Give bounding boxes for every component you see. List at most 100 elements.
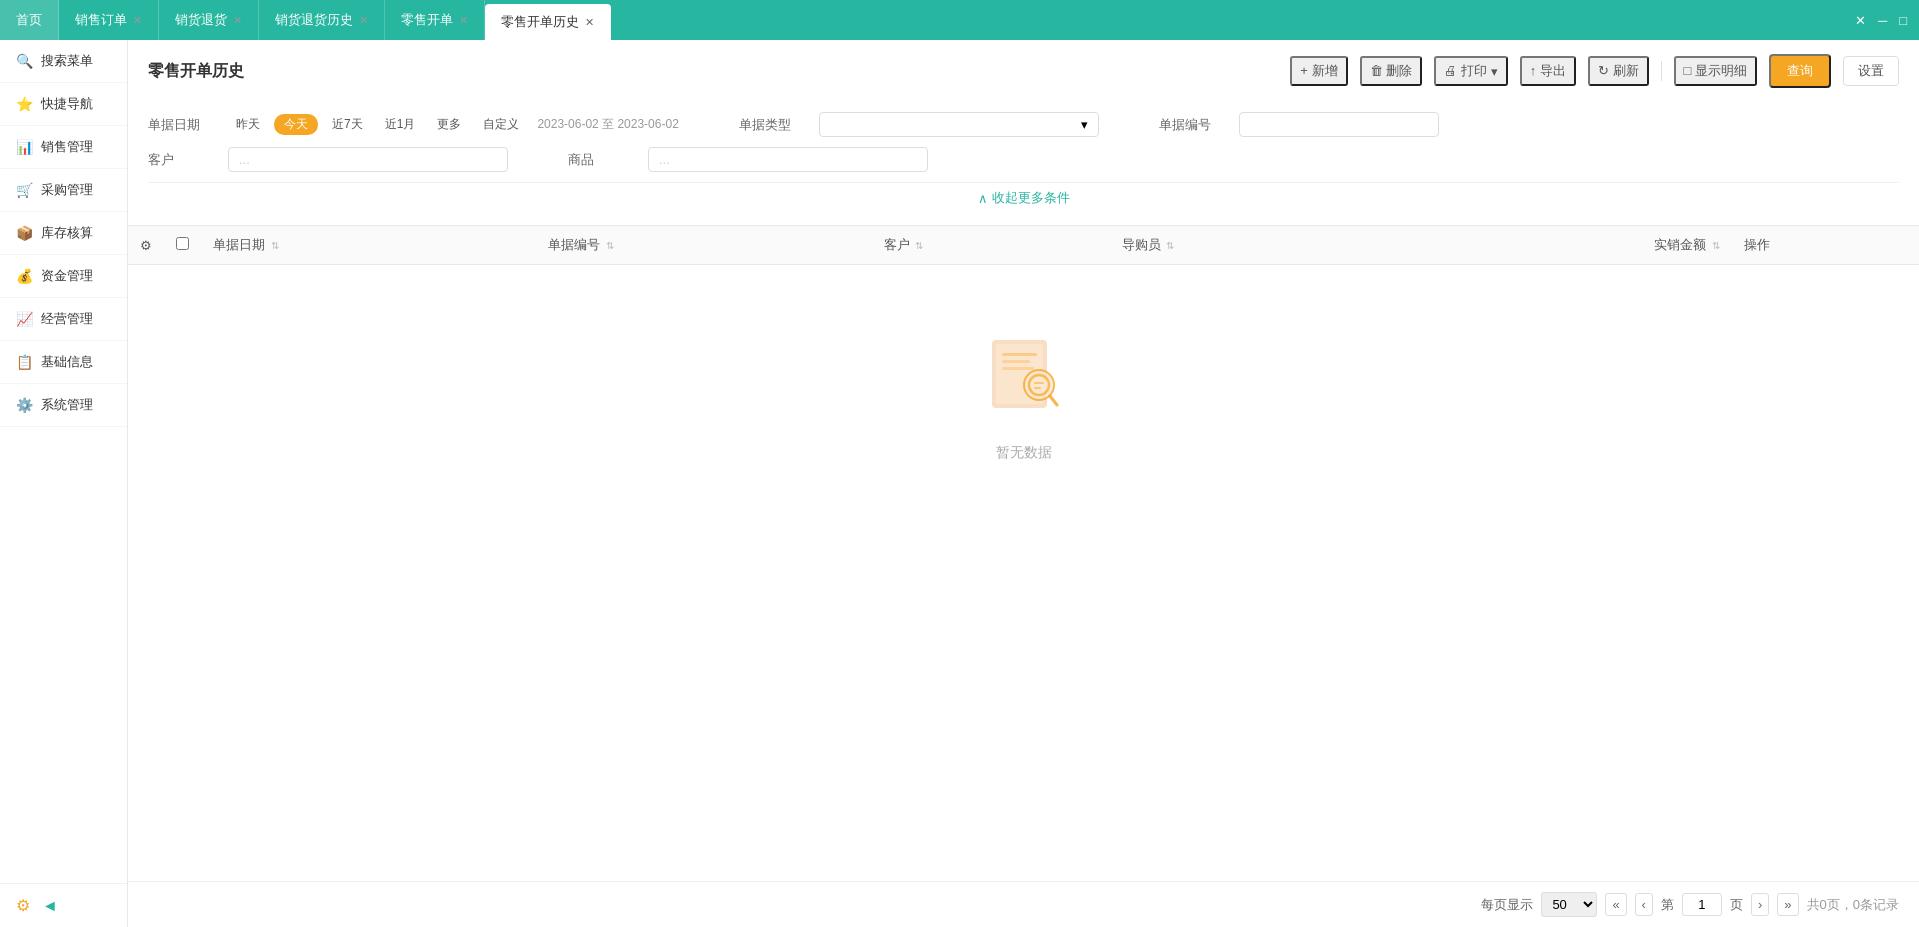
export-button[interactable]: ↑ 导出: [1520, 56, 1576, 86]
col-header-guide[interactable]: 导购员 ⇅: [1110, 226, 1397, 265]
pagination-first-btn[interactable]: «: [1605, 893, 1626, 916]
page-title: 零售开单历史: [148, 61, 244, 82]
settings-button[interactable]: 设置: [1843, 56, 1899, 86]
tab-home-label: 首页: [16, 11, 42, 29]
col-date-sort-icon: ⇅: [271, 240, 279, 251]
topbar-minimize-btn[interactable]: ─: [1878, 13, 1887, 28]
date-btn-yesterday[interactable]: 昨天: [228, 114, 268, 135]
date-btn-1month[interactable]: 近1月: [377, 114, 424, 135]
goods-filter-label: 商品: [568, 151, 628, 169]
type-select[interactable]: ▾: [819, 112, 1099, 137]
display-cols-button[interactable]: □ 显示明细: [1674, 56, 1757, 86]
collapse-label: 收起更多条件: [992, 189, 1070, 207]
search-icon: 🔍: [16, 53, 33, 69]
type-filter-label: 单据类型: [739, 116, 799, 134]
sidebar-item-sales[interactable]: 📊 销售管理: [0, 126, 127, 169]
col-header-customer[interactable]: 客户 ⇅: [872, 226, 1110, 265]
operation-icon: 📈: [16, 311, 33, 327]
select-all-checkbox[interactable]: [176, 237, 189, 250]
pagination-page-input[interactable]: [1682, 893, 1722, 916]
empty-text: 暂无数据: [996, 444, 1052, 462]
tab-retail-order-label: 零售开单: [401, 11, 453, 29]
refresh-button[interactable]: ↻ 刷新: [1588, 56, 1649, 86]
sidebar-sales-label: 销售管理: [41, 138, 93, 156]
topbar-maximize-btn[interactable]: □: [1899, 13, 1907, 28]
sidebar-search-label: 搜索菜单: [41, 52, 93, 70]
content-area: 零售开单历史 + 新增 🗑 删除 🖨 打印 ▾ ↑ 导出 ↻ 刷新 □ 显示明细…: [128, 40, 1919, 927]
topbar-close-btn[interactable]: ✕: [1855, 13, 1866, 28]
tab-sales-return-label: 销货退货: [175, 11, 227, 29]
date-range-text: 2023-06-02 至 2023-06-02: [537, 116, 678, 133]
sidebar-quick-nav-label: 快捷导航: [41, 95, 93, 113]
svg-rect-3: [1002, 360, 1030, 363]
sidebar-bottom: ⚙ ◄: [0, 883, 127, 927]
checkbox-column-header[interactable]: [164, 226, 201, 265]
sidebar-inventory-label: 库存核算: [41, 224, 93, 242]
tab-retail-order[interactable]: 零售开单 ✕: [385, 0, 485, 40]
col-header-number[interactable]: 单据编号 ⇅: [536, 226, 871, 265]
tab-retail-history[interactable]: 零售开单历史 ✕: [485, 4, 611, 40]
quick-nav-icon: ⭐: [16, 96, 33, 112]
top-tab-bar: 首页 销售订单 ✕ 销货退货 ✕ 销货退货历史 ✕ 零售开单 ✕ 零售开单历史 …: [0, 0, 1919, 40]
pagination-prev-btn[interactable]: ‹: [1635, 893, 1653, 916]
goods-input[interactable]: ...: [648, 147, 928, 172]
tab-retail-history-label: 零售开单历史: [501, 13, 579, 31]
col-header-amount[interactable]: 实销金额 ⇅: [1397, 226, 1732, 265]
tab-sales-order[interactable]: 销售订单 ✕: [59, 0, 159, 40]
pagination-next-btn[interactable]: ›: [1751, 893, 1769, 916]
filter-row-2: 客户 ... 商品 ...: [148, 147, 1899, 172]
pagination: 每页显示 50 10 20 100 « ‹ 第 页 › » 共0页，0条记录: [128, 881, 1919, 927]
tab-retail-order-close[interactable]: ✕: [459, 14, 468, 27]
sales-icon: 📊: [16, 139, 33, 155]
sidebar-item-operation[interactable]: 📈 经营管理: [0, 298, 127, 341]
sidebar-gear-btn[interactable]: ⚙: [16, 896, 30, 915]
date-btn-custom[interactable]: 自定义: [475, 114, 527, 135]
collapse-more-btn[interactable]: ∧ 收起更多条件: [148, 182, 1899, 213]
sidebar-item-quick-nav[interactable]: ⭐ 快捷导航: [0, 83, 127, 126]
add-button[interactable]: + 新增: [1290, 56, 1347, 86]
sidebar-item-finance[interactable]: 💰 资金管理: [0, 255, 127, 298]
date-btn-today[interactable]: 今天: [274, 114, 318, 135]
customer-placeholder: ...: [239, 152, 250, 167]
delete-button[interactable]: 🗑 删除: [1360, 56, 1423, 86]
tab-sales-return-history-close[interactable]: ✕: [359, 14, 368, 27]
empty-state: 暂无数据: [128, 265, 1919, 522]
filter-row-1: 单据日期 昨天 今天 近7天 近1月 更多 自定义 2023-06-02 至 2…: [148, 112, 1899, 137]
sidebar-finance-label: 资金管理: [41, 267, 93, 285]
customer-input[interactable]: ...: [228, 147, 508, 172]
svg-rect-9: [1034, 387, 1041, 389]
pagination-page-suffix: 页: [1730, 896, 1743, 914]
svg-rect-4: [1002, 367, 1034, 370]
sidebar-item-purchase[interactable]: 🛒 采购管理: [0, 169, 127, 212]
sidebar-item-inventory[interactable]: 📦 库存核算: [0, 212, 127, 255]
tab-home[interactable]: 首页: [0, 0, 59, 40]
settings-column-header[interactable]: ⚙: [128, 226, 164, 265]
sidebar-item-search[interactable]: 🔍 搜索菜单: [0, 40, 127, 83]
tab-sales-order-close[interactable]: ✕: [133, 14, 142, 27]
per-page-select[interactable]: 50 10 20 100: [1541, 892, 1597, 917]
date-btn-more[interactable]: 更多: [429, 114, 469, 135]
tab-sales-return-close[interactable]: ✕: [233, 14, 242, 27]
col-amount-sort-icon: ⇅: [1712, 240, 1720, 251]
col-header-date[interactable]: 单据日期 ⇅: [201, 226, 536, 265]
toolbar-divider: [1661, 61, 1662, 81]
print-button[interactable]: 🖨 打印 ▾: [1434, 56, 1508, 86]
query-button[interactable]: 查询: [1769, 54, 1831, 88]
tab-retail-history-close[interactable]: ✕: [585, 16, 594, 29]
filter-section: 零售开单历史 + 新增 🗑 删除 🖨 打印 ▾ ↑ 导出 ↻ 刷新 □ 显示明细…: [128, 40, 1919, 226]
number-input[interactable]: [1239, 112, 1439, 137]
sidebar-collapse-btn[interactable]: ◄: [42, 897, 58, 915]
topbar-right: ✕ ─ □: [1855, 0, 1919, 40]
table-header-row: ⚙ 单据日期 ⇅ 单据编号 ⇅: [128, 226, 1919, 265]
tab-sales-return[interactable]: 销货退货 ✕: [159, 0, 259, 40]
print-arrow-icon: ▾: [1491, 64, 1498, 79]
sidebar-purchase-label: 采购管理: [41, 181, 93, 199]
tab-sales-return-history[interactable]: 销货退货历史 ✕: [259, 0, 385, 40]
tab-sales-order-label: 销售订单: [75, 11, 127, 29]
sidebar-item-system[interactable]: ⚙️ 系统管理: [0, 384, 127, 427]
svg-rect-2: [1002, 353, 1037, 356]
date-btn-7days[interactable]: 近7天: [324, 114, 371, 135]
sidebar-item-basic-info[interactable]: 📋 基础信息: [0, 341, 127, 384]
sidebar: 🔍 搜索菜单 ⭐ 快捷导航 📊 销售管理 🛒 采购管理 📦 库存核算 💰 资金管…: [0, 40, 128, 927]
pagination-last-btn[interactable]: »: [1777, 893, 1798, 916]
